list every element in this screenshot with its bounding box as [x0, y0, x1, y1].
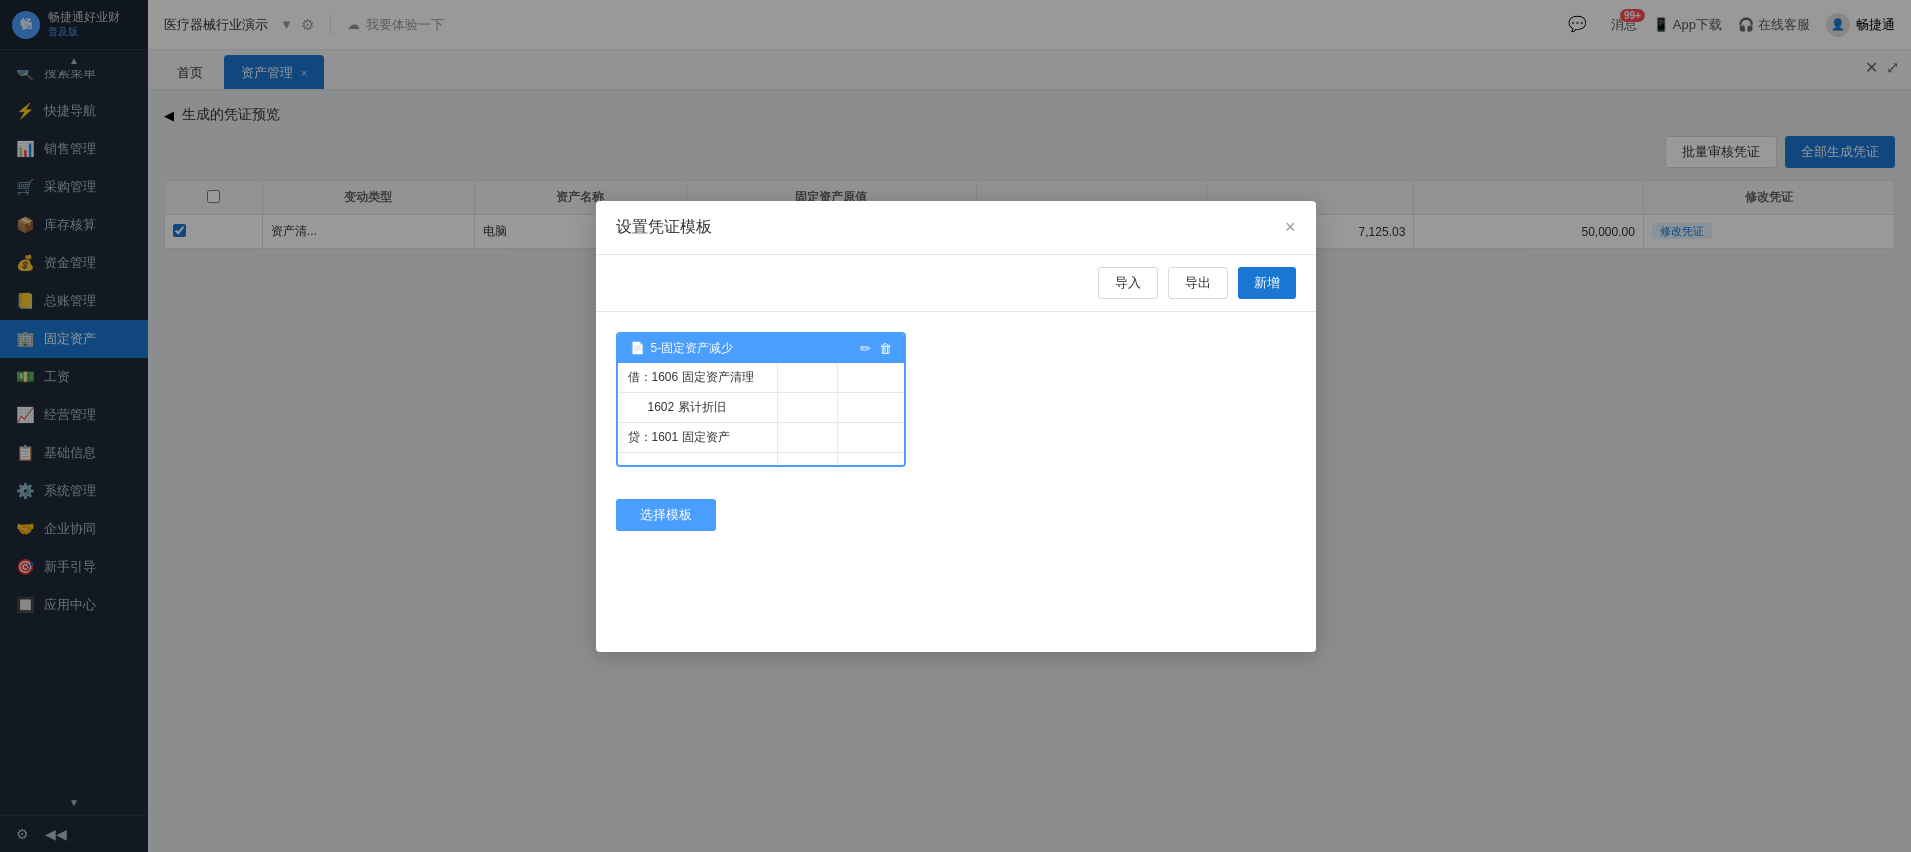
template-card-actions: ✏ 🗑 — [860, 341, 892, 356]
select-template-wrapper: 选择模板 — [616, 483, 1296, 531]
template-credit-2 — [838, 393, 898, 422]
select-template-button[interactable]: 选择模板 — [616, 499, 716, 531]
modal-title: 设置凭证模板 — [616, 217, 712, 238]
template-card-title: 📄 5-固定资产减少 — [630, 340, 734, 357]
modal-dialog: 设置凭证模板 × 导入 导出 新增 📄 5-固定资产减少 ✏ 🗑 — [596, 201, 1316, 652]
template-credit-row-2 — [618, 453, 904, 465]
template-card-header: 📄 5-固定资产减少 ✏ 🗑 — [618, 334, 904, 363]
template-credit-3 — [838, 423, 898, 452]
template-account-4 — [618, 453, 778, 465]
new-button[interactable]: 新增 — [1238, 267, 1296, 299]
template-name: 5-固定资产减少 — [651, 340, 734, 357]
template-debit-3 — [778, 423, 838, 452]
template-account-3: 贷：1601 固定资产 — [618, 423, 778, 452]
template-debit-4 — [778, 453, 838, 465]
modal-close-button[interactable]: × — [1285, 217, 1296, 238]
template-delete-icon[interactable]: 🗑 — [879, 341, 892, 356]
template-debit-row-1: 借：1606 固定资产清理 — [618, 363, 904, 393]
export-button[interactable]: 导出 — [1168, 267, 1228, 299]
template-account-1: 借：1606 固定资产清理 — [618, 363, 778, 392]
template-credit-row-1: 贷：1601 固定资产 — [618, 423, 904, 453]
template-debit-1 — [778, 363, 838, 392]
template-card: 📄 5-固定资产减少 ✏ 🗑 借：1606 固定资产清理 — [616, 332, 906, 467]
template-debit-2 — [778, 393, 838, 422]
modal-body: 📄 5-固定资产减少 ✏ 🗑 借：1606 固定资产清理 — [596, 312, 1316, 652]
import-button[interactable]: 导入 — [1098, 267, 1158, 299]
modal-overlay: 设置凭证模板 × 导入 导出 新增 📄 5-固定资产减少 ✏ 🗑 — [0, 0, 1911, 852]
template-credit-1 — [838, 363, 898, 392]
template-account-2: 1602 累计折旧 — [618, 393, 778, 422]
template-edit-icon[interactable]: ✏ — [860, 341, 871, 356]
template-credit-4 — [838, 453, 898, 465]
template-debit-row-2: 1602 累计折旧 — [618, 393, 904, 423]
template-file-icon: 📄 — [630, 341, 645, 355]
modal-toolbar: 导入 导出 新增 — [596, 255, 1316, 312]
template-card-body: 借：1606 固定资产清理 1602 累计折旧 贷：1601 固定资产 — [618, 363, 904, 465]
modal-header: 设置凭证模板 × — [596, 201, 1316, 255]
